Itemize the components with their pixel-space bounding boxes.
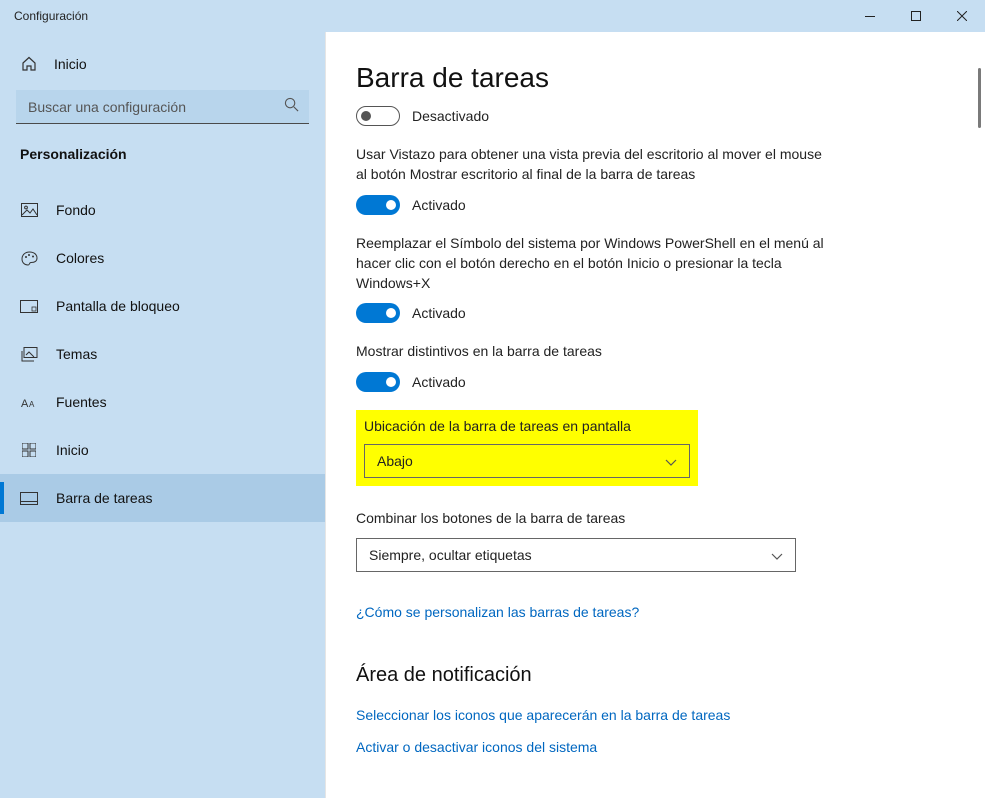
fonts-icon: AA (20, 395, 38, 409)
toggle-lock[interactable] (356, 106, 400, 126)
sidebar: Inicio Personalización Fondo Colores Pan… (0, 32, 325, 798)
svg-text:A: A (29, 400, 35, 409)
location-select[interactable]: Abajo (364, 444, 690, 478)
sidebar-item-label: Pantalla de bloqueo (56, 298, 180, 314)
search-input[interactable] (16, 90, 309, 124)
picture-icon (20, 203, 38, 217)
sidebar-item-label: Barra de tareas (56, 490, 153, 506)
taskbar-location-setting: Ubicación de la barra de tareas en panta… (356, 410, 698, 486)
home-label: Inicio (54, 56, 87, 72)
sidebar-item-barra-tareas[interactable]: Barra de tareas (0, 474, 325, 522)
palette-icon (20, 251, 38, 266)
page-title: Barra de tareas (356, 62, 975, 94)
sidebar-item-colores[interactable]: Colores (0, 234, 325, 282)
sidebar-item-label: Temas (56, 346, 97, 362)
svg-text:A: A (21, 398, 29, 409)
setting-badges: Mostrar distintivos en la barra de tarea… (356, 341, 975, 391)
sidebar-item-bloqueo[interactable]: Pantalla de bloqueo (0, 282, 325, 330)
sidebar-item-label: Fuentes (56, 394, 107, 410)
main-content: Barra de tareas Desactivado Usar Vistazo… (325, 32, 985, 798)
sidebar-item-label: Colores (56, 250, 104, 266)
sidebar-item-fondo[interactable]: Fondo (0, 186, 325, 234)
start-icon (20, 443, 38, 457)
setting-powershell: Reemplazar el Símbolo del sistema por Wi… (356, 233, 975, 324)
window-controls (847, 0, 985, 32)
location-value: Abajo (377, 453, 413, 469)
sidebar-item-fuentes[interactable]: AA Fuentes (0, 378, 325, 426)
chevron-down-icon (665, 453, 677, 469)
toggle-powershell[interactable] (356, 303, 400, 323)
search-wrap (16, 90, 309, 124)
window-body: Inicio Personalización Fondo Colores Pan… (0, 32, 985, 798)
themes-icon (20, 347, 38, 362)
lock-screen-icon (20, 300, 38, 313)
setting-peek: Usar Vistazo para obtener una vista prev… (356, 144, 975, 215)
setting-desc: Usar Vistazo para obtener una vista prev… (356, 144, 826, 185)
minimize-icon (865, 16, 875, 17)
maximize-icon (911, 11, 921, 21)
toggle-badges-label: Activado (412, 374, 466, 390)
toggle-lock-row: Desactivado (356, 106, 975, 126)
help-link[interactable]: ¿Cómo se personalizan las barras de tare… (356, 604, 639, 620)
minimize-button[interactable] (847, 0, 893, 32)
window-title: Configuración (0, 9, 88, 23)
location-label: Ubicación de la barra de tareas en panta… (364, 416, 690, 436)
system-icons-link[interactable]: Activar o desactivar iconos del sistema (356, 739, 597, 755)
combine-label: Combinar los botones de la barra de tare… (356, 508, 826, 528)
scrollbar-thumb[interactable] (978, 68, 981, 128)
combine-value: Siempre, ocultar etiquetas (369, 547, 532, 563)
toggle-powershell-label: Activado (412, 305, 466, 321)
nav: Fondo Colores Pantalla de bloqueo Temas … (0, 186, 325, 522)
sidebar-item-temas[interactable]: Temas (0, 330, 325, 378)
home-icon (20, 56, 38, 72)
chevron-down-icon (771, 547, 783, 563)
sidebar-item-label: Inicio (56, 442, 89, 458)
close-icon (957, 11, 967, 21)
sidebar-section-title: Personalización (0, 146, 325, 186)
toggle-lock-label: Desactivado (412, 108, 489, 124)
taskbar-icon (20, 492, 38, 505)
toggle-peek-label: Activado (412, 197, 466, 213)
titlebar: Configuración (0, 0, 985, 32)
setting-desc: Reemplazar el Símbolo del sistema por Wi… (356, 233, 826, 294)
setting-desc: Mostrar distintivos en la barra de tarea… (356, 341, 826, 361)
sidebar-item-label: Fondo (56, 202, 96, 218)
toggle-peek[interactable] (356, 195, 400, 215)
close-button[interactable] (939, 0, 985, 32)
home-button[interactable]: Inicio (0, 46, 325, 90)
search-icon (284, 97, 299, 117)
combine-setting: Combinar los botones de la barra de tare… (356, 508, 975, 572)
combine-select[interactable]: Siempre, ocultar etiquetas (356, 538, 796, 572)
maximize-button[interactable] (893, 0, 939, 32)
notification-heading: Área de notificación (356, 664, 975, 687)
select-icons-link[interactable]: Seleccionar los iconos que aparecerán en… (356, 707, 730, 723)
sidebar-item-inicio[interactable]: Inicio (0, 426, 325, 474)
toggle-badges[interactable] (356, 372, 400, 392)
